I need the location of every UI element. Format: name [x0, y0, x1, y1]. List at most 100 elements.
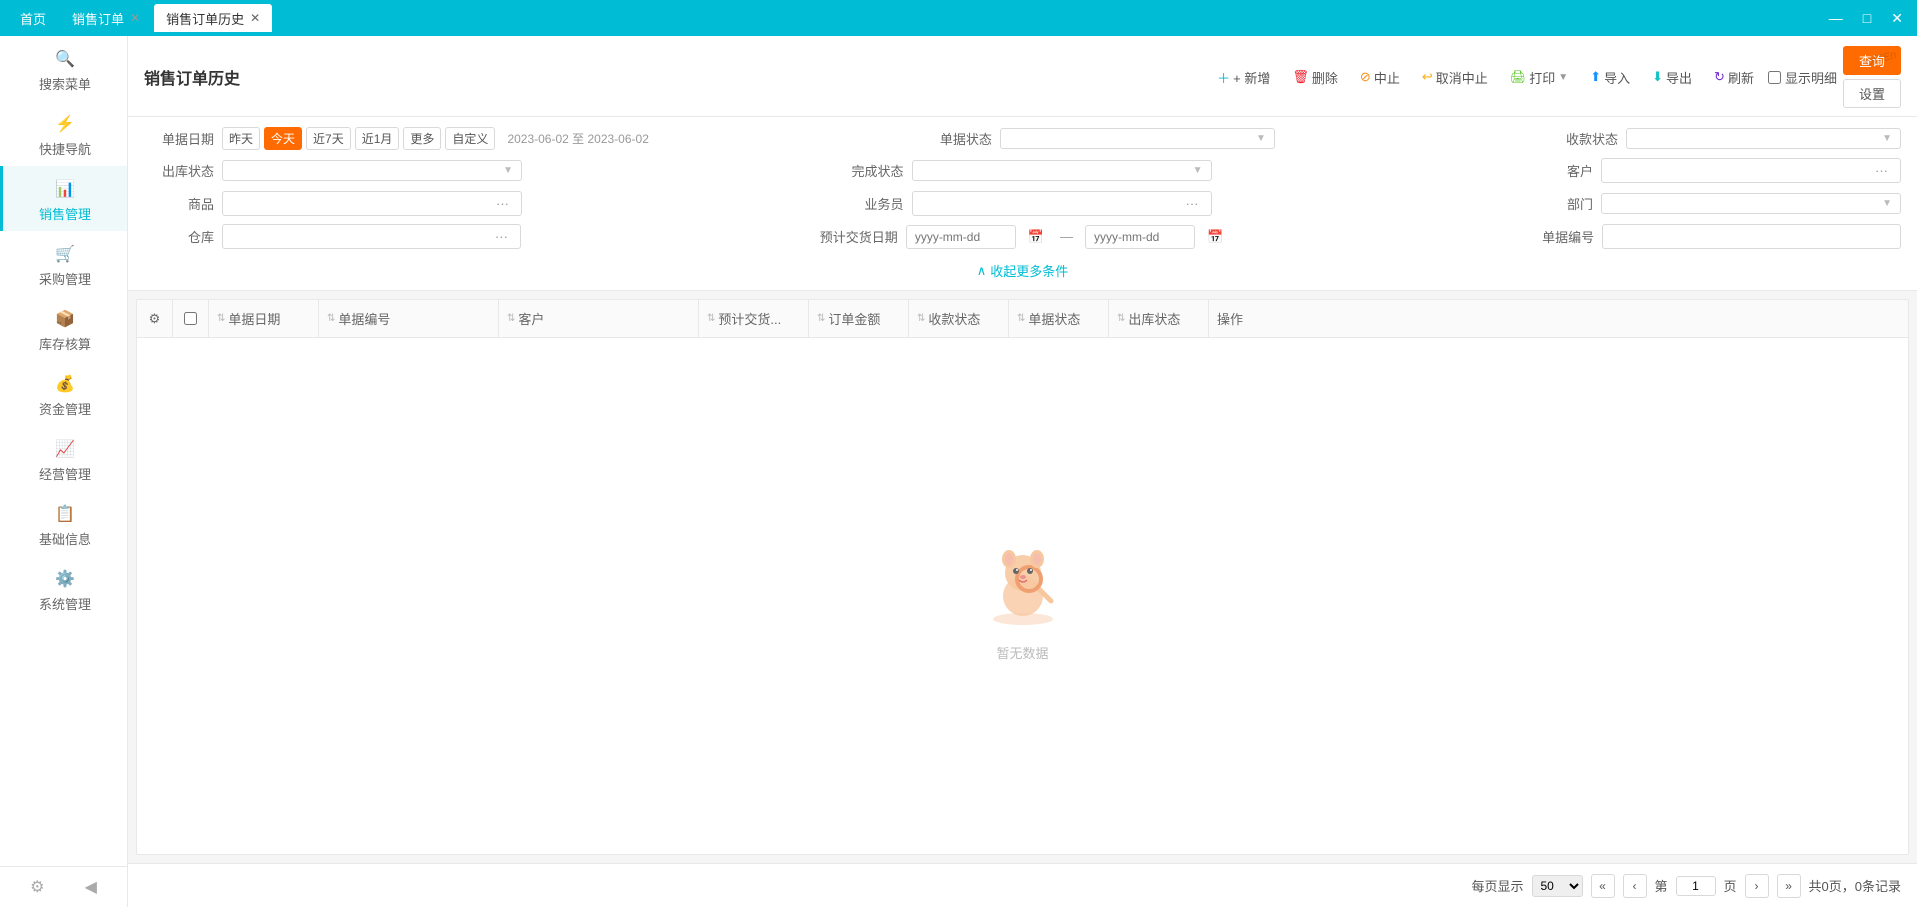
query-button[interactable]: 查询	[1843, 46, 1901, 75]
delete-button[interactable]: 🗑 删除	[1284, 64, 1346, 91]
header-date[interactable]: ⇅ 单据日期	[209, 300, 319, 337]
status-chevron-icon: ▼	[1256, 133, 1266, 144]
tab-sales-order-history-label: 销售订单历史	[166, 9, 244, 28]
header-customer[interactable]: ⇅ 客户	[499, 300, 699, 337]
header-no[interactable]: ⇅ 单据编号	[319, 300, 499, 337]
tab-sales-order-history-close[interactable]: ✕	[250, 11, 260, 25]
page-number-input[interactable]	[1676, 876, 1716, 896]
filter-row-3: 商品 ··· 业务员 ··· 部门 ▼	[144, 191, 1901, 216]
sort-outbound-icon: ⇅	[1117, 313, 1125, 324]
refresh-label: 刷新	[1728, 68, 1754, 87]
outbound-status-select[interactable]: ▼	[222, 160, 522, 181]
cancel-stop-button[interactable]: ↩ 取消中止	[1414, 64, 1496, 91]
department-select[interactable]: ▼	[1601, 193, 1901, 214]
delivery-date-end[interactable]	[1085, 225, 1195, 249]
import-label: 导入	[1604, 68, 1630, 87]
sidebar-item-search-menu[interactable]: 🔍 搜索菜单	[0, 36, 127, 101]
prev-page-btn[interactable]: ‹	[1623, 874, 1647, 898]
complete-status-select[interactable]: ▼	[912, 160, 1212, 181]
customer-dots-icon[interactable]: ···	[1871, 163, 1892, 178]
sidebar-item-system-mgmt[interactable]: ⚙️ 系统管理	[0, 556, 127, 621]
maximize-btn[interactable]: □	[1857, 10, 1877, 26]
export-label: 导出	[1666, 68, 1692, 87]
header-gear[interactable]: ⚙	[137, 300, 173, 337]
show-detail-checkbox[interactable]	[1768, 71, 1781, 84]
print-button[interactable]: 🖨 打印 ▼	[1502, 64, 1576, 91]
header-bill-status[interactable]: ⇅ 单据状态	[1009, 300, 1109, 337]
stop-button[interactable]: ⊘ 中止	[1352, 64, 1408, 91]
product-select[interactable]: ···	[222, 191, 522, 216]
header-receipt-status[interactable]: ⇅ 收款状态	[909, 300, 1009, 337]
new-button[interactable]: ＋ + 新增	[1209, 64, 1278, 91]
delivery-date-start[interactable]	[906, 225, 1016, 249]
salesperson-select[interactable]: ···	[912, 191, 1212, 216]
setting-button[interactable]: 设置	[1843, 79, 1901, 108]
sidebar-item-capital-mgmt[interactable]: 💰 资金管理	[0, 361, 127, 426]
sidebar-item-inventory-calc[interactable]: 📦 库存核算	[0, 296, 127, 361]
date-btn-more[interactable]: 更多	[403, 127, 441, 150]
header-delivery-label: 预计交货...	[718, 309, 781, 328]
stop-icon: ⊘	[1360, 69, 1371, 85]
sidebar-item-operation-mgmt[interactable]: 📈 经营管理	[0, 426, 127, 491]
date-btn-today[interactable]: 今天	[264, 127, 302, 150]
minimize-btn[interactable]: —	[1823, 10, 1849, 26]
select-all-checkbox[interactable]	[184, 312, 197, 325]
filter-row-4: 仓库 ··· 预计交货日期 📅 — 📅 单据编号	[144, 224, 1901, 249]
status-filter-select[interactable]: ▼	[1000, 128, 1275, 149]
last-page-btn[interactable]: »	[1777, 874, 1801, 898]
collapse-row[interactable]: ∧ 收起更多条件	[144, 257, 1901, 280]
sidebar-item-basic-info[interactable]: 📋 基础信息	[0, 491, 127, 556]
customer-select[interactable]: ···	[1601, 158, 1901, 183]
show-detail-checkbox-label[interactable]: 显示明细	[1768, 68, 1837, 87]
close-btn-window[interactable]: ✕	[1885, 10, 1909, 27]
sidebar-item-quick-nav[interactable]: ⚡ 快捷导航	[0, 101, 127, 166]
sort-no-icon: ⇅	[327, 313, 335, 324]
sort-date-icon: ⇅	[217, 313, 225, 324]
header-date-label: 单据日期	[228, 309, 280, 328]
quick-nav-icon: ⚡	[54, 113, 76, 135]
page-title: 销售订单历史	[144, 65, 240, 89]
date-btn-custom[interactable]: 自定义	[445, 127, 495, 150]
table-header: ⚙ ⇅ 单据日期 ⇅ 单据编号 ⇅ 客户 ⇅	[137, 300, 1908, 338]
refresh-button[interactable]: ↻ 刷新	[1706, 64, 1762, 91]
product-label: 商品	[144, 194, 214, 213]
warehouse-dots-icon[interactable]: ···	[491, 229, 512, 244]
receipt-status-select[interactable]: ▼	[1626, 128, 1901, 149]
calendar-end-icon: 📅	[1207, 229, 1223, 245]
table-area: ⚙ ⇅ 单据日期 ⇅ 单据编号 ⇅ 客户 ⇅	[136, 299, 1909, 855]
header-amount[interactable]: ⇅ 订单金额	[809, 300, 909, 337]
sidebar-item-sales-mgmt[interactable]: 📊 销售管理	[0, 166, 127, 231]
header-action: 操作	[1209, 300, 1908, 337]
import-button[interactable]: ⬆ 导入	[1582, 64, 1638, 91]
sort-amount-icon: ⇅	[817, 313, 825, 324]
product-dots-icon[interactable]: ···	[492, 196, 513, 211]
outbound-status-label: 出库状态	[144, 161, 214, 180]
page-size-select[interactable]: 50 10 20 100	[1532, 875, 1583, 897]
filter-row-2: 出库状态 ▼ 完成状态 ▼ 客户 ···	[144, 158, 1901, 183]
header-delivery[interactable]: ⇅ 预计交货...	[699, 300, 809, 337]
tab-sales-order[interactable]: 销售订单 ✕	[60, 4, 152, 32]
sidebar-collapse-icon[interactable]: ◀	[85, 877, 97, 897]
inventory-calc-icon: 📦	[54, 308, 76, 330]
salesperson-dots-icon[interactable]: ···	[1182, 196, 1203, 211]
header-outbound-status[interactable]: ⇅ 出库状态	[1109, 300, 1209, 337]
sidebar-settings-icon[interactable]: ⚙	[30, 877, 44, 897]
sidebar-item-purchase-mgmt[interactable]: 🛒 采购管理	[0, 231, 127, 296]
date-btn-1month[interactable]: 近1月	[355, 127, 400, 150]
first-page-btn[interactable]: «	[1591, 874, 1615, 898]
date-btn-yesterday[interactable]: 昨天	[222, 127, 260, 150]
warehouse-select[interactable]: ···	[222, 224, 521, 249]
tab-sales-order-close[interactable]: ✕	[130, 11, 140, 25]
main-layout: 🔍 搜索菜单 ⚡ 快捷导航 📊 销售管理 🛒 采购管理 📦 库存核算 💰 资金管…	[0, 36, 1917, 907]
export-button[interactable]: ⬇ 导出	[1644, 64, 1700, 91]
order-no-input[interactable]	[1602, 224, 1901, 249]
next-page-btn[interactable]: ›	[1745, 874, 1769, 898]
sidebar-item-basic-info-label: 基础信息	[39, 529, 91, 548]
header-check[interactable]	[173, 300, 209, 337]
tab-sales-order-history[interactable]: 销售订单历史 ✕	[154, 4, 272, 32]
cancel-stop-icon: ↩	[1422, 69, 1433, 85]
date-btn-7days[interactable]: 近7天	[306, 127, 351, 150]
delete-icon: 🗑	[1292, 69, 1309, 85]
tab-home[interactable]: 首页	[8, 4, 58, 32]
sales-mgmt-icon: 📊	[54, 178, 76, 200]
